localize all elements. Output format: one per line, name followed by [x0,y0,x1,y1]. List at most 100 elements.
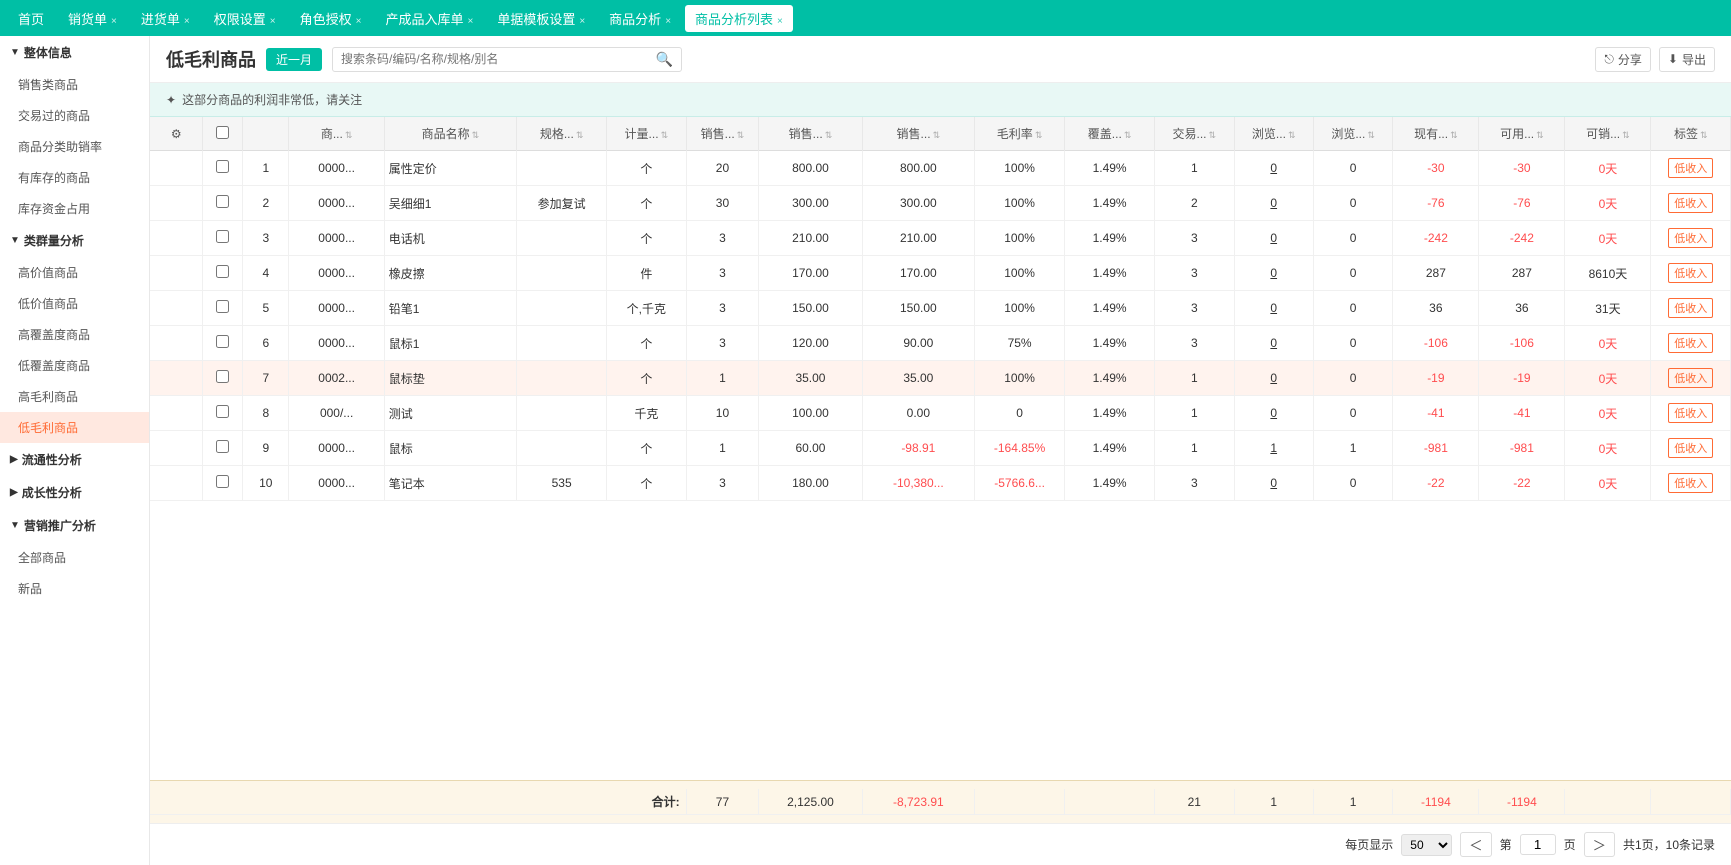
row-checkbox-0[interactable] [216,160,229,173]
nav-home[interactable]: 首页 [8,5,54,32]
nav-sales[interactable]: 销货单× [58,5,127,32]
sidebar-item-high-margin[interactable]: 高毛利商品 [0,381,149,412]
sidebar-item-sales-products[interactable]: 销售类商品 [0,69,149,100]
sidebar-section-growth[interactable]: ▶ 成长性分析 [0,476,149,509]
row-browse1-7[interactable]: 0 [1234,396,1313,431]
sidebar-item-category-rate[interactable]: 商品分类助销率 [0,131,149,162]
col-check-header[interactable] [203,117,243,151]
sidebar-item-new-products[interactable]: 新品 [0,573,149,604]
next-page-btn[interactable]: ＞ [1584,832,1615,857]
col-sale-amt-header[interactable]: 销售...⇅ [759,117,862,151]
export-button[interactable]: ⬇ 导出 [1659,47,1715,72]
col-current-header[interactable]: 现有...⇅ [1393,117,1479,151]
row-checkbox-2[interactable] [216,230,229,243]
col-sellable-header[interactable]: 可销...⇅ [1565,117,1651,151]
browse1-link-5[interactable]: 0 [1270,336,1277,350]
sidebar-collapse-btn[interactable]: 《 [149,433,150,469]
close-purchase-tab[interactable]: × [184,16,190,27]
row-check-9[interactable] [203,466,243,501]
row-check-8[interactable] [203,431,243,466]
col-avail-header[interactable]: 可用...⇅ [1479,117,1565,151]
nav-product-analysis[interactable]: 商品分析× [599,5,681,32]
row-checkbox-7[interactable] [216,405,229,418]
col-sale-profit-header[interactable]: 销售...⇅ [862,117,975,151]
sidebar-item-high-coverage[interactable]: 高覆盖度商品 [0,319,149,350]
row-browse1-4[interactable]: 0 [1234,291,1313,326]
row-check-2[interactable] [203,221,243,256]
row-checkbox-5[interactable] [216,335,229,348]
close-product-in-tab[interactable]: × [467,16,473,27]
row-browse1-6[interactable]: 0 [1234,361,1313,396]
browse1-link-2[interactable]: 0 [1270,231,1277,245]
row-browse1-9[interactable]: 0 [1234,466,1313,501]
nav-purchase[interactable]: 进货单× [131,5,200,32]
col-trade-header[interactable]: 交易...⇅ [1155,117,1234,151]
col-code-header[interactable]: 商...⇅ [289,117,384,151]
browse1-link-6[interactable]: 0 [1270,371,1277,385]
close-role-tab[interactable]: × [356,16,362,27]
nav-role[interactable]: 角色授权× [290,5,372,32]
col-gross-header[interactable]: 毛利率⇅ [975,117,1065,151]
browse1-link-4[interactable]: 0 [1270,301,1277,315]
row-checkbox-8[interactable] [216,440,229,453]
browse1-link-7[interactable]: 0 [1270,406,1277,420]
row-checkbox-3[interactable] [216,265,229,278]
filter-recent-month-btn[interactable]: 近一月 [266,48,322,71]
row-checkbox-4[interactable] [216,300,229,313]
nav-analysis-list[interactable]: 商品分析列表× [685,5,793,32]
row-checkbox-9[interactable] [216,475,229,488]
sidebar-item-all-products[interactable]: 全部商品 [0,542,149,573]
browse1-link-3[interactable]: 0 [1270,266,1277,280]
sidebar-item-low-coverage[interactable]: 低覆盖度商品 [0,350,149,381]
browse1-link-0[interactable]: 0 [1270,161,1277,175]
nav-product-in[interactable]: 产成品入库单× [375,5,483,32]
close-product-analysis-tab[interactable]: × [665,16,671,27]
sidebar-section-marketing[interactable]: ▼ 营销推广分析 [0,509,149,542]
page-input[interactable] [1520,834,1556,855]
nav-permission[interactable]: 权限设置× [204,5,286,32]
sidebar-section-flow[interactable]: ▶ 流通性分析 [0,443,149,476]
row-check-0[interactable] [203,151,243,186]
sidebar-item-inventory-capital[interactable]: 库存资金占用 [0,193,149,224]
col-spec-header[interactable]: 规格...⇅ [517,117,607,151]
close-analysis-list-tab[interactable]: × [777,16,783,27]
row-browse1-5[interactable]: 0 [1234,326,1313,361]
sidebar-item-low-margin[interactable]: 低毛利商品 [0,412,149,443]
row-browse1-1[interactable]: 0 [1234,186,1313,221]
sidebar-item-high-value[interactable]: 高价值商品 [0,257,149,288]
col-unit-header[interactable]: 计量...⇅ [607,117,686,151]
share-button[interactable]: ⎋ 分享 [1595,47,1651,72]
select-all-checkbox[interactable] [216,126,229,139]
row-check-4[interactable] [203,291,243,326]
row-check-1[interactable] [203,186,243,221]
col-settings-header[interactable]: ⚙ [150,117,203,151]
col-browse1-header[interactable]: 浏览...⇅ [1234,117,1313,151]
sidebar-section-overall[interactable]: ▼ 整体信息 [0,36,149,69]
sidebar-section-cluster[interactable]: ▼ 类群量分析 [0,224,149,257]
per-page-select[interactable]: 50 100 200 [1401,834,1452,856]
close-permission-tab[interactable]: × [270,16,276,27]
col-sale-qty-header[interactable]: 销售...⇅ [686,117,759,151]
col-name-header[interactable]: 商品名称⇅ [384,117,516,151]
sidebar-item-low-value[interactable]: 低价值商品 [0,288,149,319]
row-browse1-2[interactable]: 0 [1234,221,1313,256]
sidebar-item-traded-products[interactable]: 交易过的商品 [0,100,149,131]
col-browse2-header[interactable]: 浏览...⇅ [1313,117,1392,151]
col-tag-header[interactable]: 标签⇅ [1651,117,1731,151]
browse1-link-8[interactable]: 1 [1270,441,1277,455]
close-template-tab[interactable]: × [579,16,585,27]
row-browse1-8[interactable]: 1 [1234,431,1313,466]
browse1-link-1[interactable]: 0 [1270,196,1277,210]
browse1-link-9[interactable]: 0 [1270,476,1277,490]
row-checkbox-1[interactable] [216,195,229,208]
row-check-6[interactable] [203,361,243,396]
sidebar-item-stocked-products[interactable]: 有库存的商品 [0,162,149,193]
row-check-7[interactable] [203,396,243,431]
row-check-5[interactable] [203,326,243,361]
close-sales-tab[interactable]: × [111,16,117,27]
search-input[interactable] [341,52,656,66]
nav-template[interactable]: 单据模板设置× [487,5,595,32]
row-browse1-0[interactable]: 0 [1234,151,1313,186]
row-check-3[interactable] [203,256,243,291]
col-coverage-header[interactable]: 覆盖...⇅ [1065,117,1155,151]
